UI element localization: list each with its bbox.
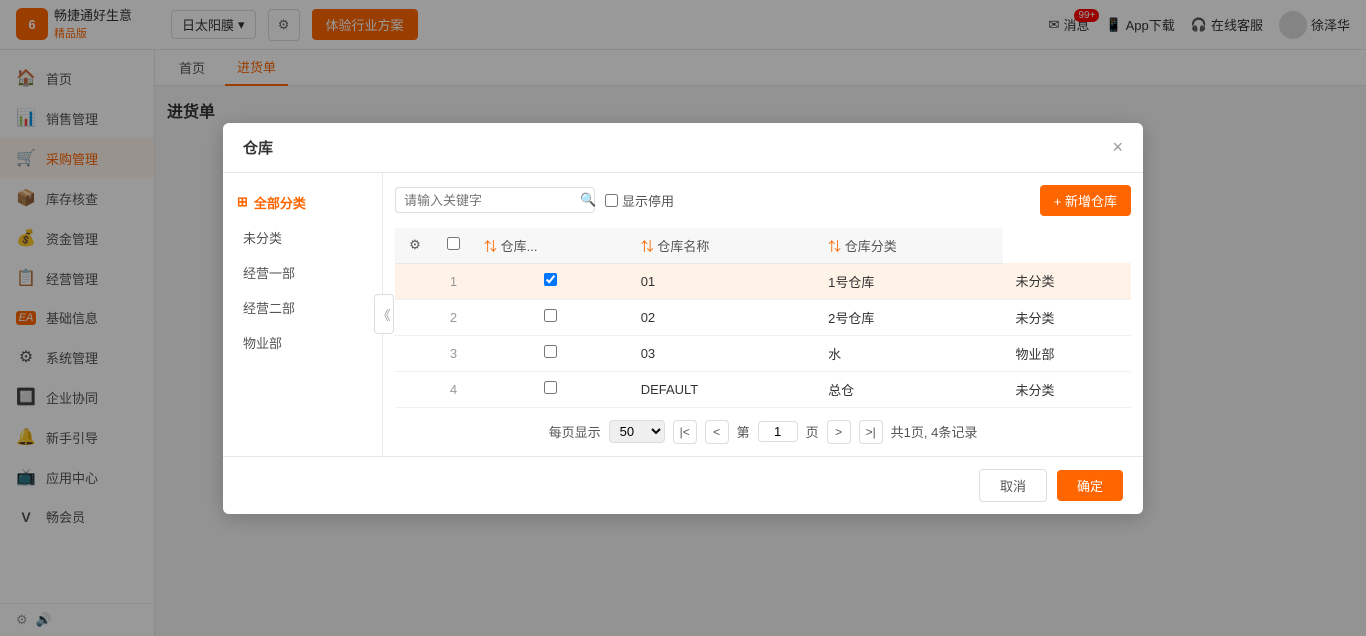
- first-page-button[interactable]: |<: [673, 420, 697, 444]
- collapse-category-button[interactable]: 《: [374, 294, 394, 334]
- row-category-4: 未分类: [1003, 371, 1131, 407]
- table-toolbar: 🔍 显示停用 + 新增仓库: [395, 185, 1131, 216]
- all-categories-label: 全部分类: [254, 193, 306, 212]
- row-checkbox-1[interactable]: [544, 273, 557, 286]
- row-name-1: 1号仓库: [816, 263, 1003, 299]
- cancel-button[interactable]: 取消: [979, 469, 1047, 502]
- add-warehouse-button[interactable]: + 新增仓库: [1040, 185, 1131, 216]
- table-row[interactable]: 4 DEFAULT 总仓 未分类: [395, 371, 1131, 407]
- category-item-0[interactable]: 未分类: [223, 220, 382, 255]
- row-gear-1: [395, 263, 435, 299]
- row-checkbox-cell-4: [472, 371, 629, 407]
- row-num-3: 3: [435, 335, 472, 371]
- row-name-3: 水: [816, 335, 1003, 371]
- per-page-select[interactable]: 50 100: [609, 420, 665, 443]
- modal-header: 仓库 ×: [223, 123, 1143, 173]
- confirm-button[interactable]: 确定: [1057, 470, 1123, 501]
- row-checkbox-2[interactable]: [544, 309, 557, 322]
- row-category-3: 物业部: [1003, 335, 1131, 371]
- row-checkbox-cell-1: [472, 263, 629, 299]
- table-panel: 🔍 显示停用 + 新增仓库 ⚙ ⇅ 仓: [383, 173, 1143, 456]
- grid-icon: ⊞: [237, 194, 248, 210]
- sort-icon-name: ⇅: [641, 239, 654, 254]
- row-category-1: 未分类: [1003, 263, 1131, 299]
- row-code-4: DEFAULT: [629, 371, 816, 407]
- col-category: ⇅ 仓库分类: [816, 228, 1003, 264]
- col-name: ⇅ 仓库名称: [629, 228, 816, 264]
- row-code-3: 03: [629, 335, 816, 371]
- row-checkbox-3[interactable]: [544, 345, 557, 358]
- category-item-2[interactable]: 经营二部: [223, 290, 382, 325]
- table-row[interactable]: 3 03 水 物业部: [395, 335, 1131, 371]
- total-label: 共1页, 4条记录: [891, 422, 978, 441]
- row-category-2: 未分类: [1003, 299, 1131, 335]
- row-code-2: 02: [629, 299, 816, 335]
- col-check: [435, 228, 472, 264]
- show-disabled-checkbox[interactable]: [605, 194, 618, 207]
- col-gear: ⚙: [395, 228, 435, 264]
- row-num-2: 2: [435, 299, 472, 335]
- page-prefix-label: 第: [737, 422, 750, 441]
- next-page-button[interactable]: >: [827, 420, 851, 444]
- prev-page-button[interactable]: <: [705, 420, 729, 444]
- show-disabled-text: 显示停用: [622, 191, 674, 210]
- row-checkbox-cell-3: [472, 335, 629, 371]
- row-checkbox-cell-2: [472, 299, 629, 335]
- category-panel: ⊞ 全部分类 未分类 经营一部 经营二部 物业部 《: [223, 173, 383, 456]
- warehouse-table: ⚙ ⇅ 仓库... ⇅ 仓库名称 ⇅ 仓库分类: [395, 228, 1131, 408]
- row-code-1: 01: [629, 263, 816, 299]
- modal-title: 仓库: [243, 137, 273, 158]
- table-row[interactable]: 2 02 2号仓库 未分类: [395, 299, 1131, 335]
- row-gear-4: [395, 371, 435, 407]
- row-gear-3: [395, 335, 435, 371]
- sort-icon-cat: ⇅: [828, 239, 841, 254]
- col-code: ⇅ 仓库...: [472, 228, 629, 264]
- search-input[interactable]: [404, 193, 580, 208]
- modal-close-button[interactable]: ×: [1112, 137, 1123, 158]
- modal-body: ⊞ 全部分类 未分类 经营一部 经营二部 物业部 《 🔍: [223, 173, 1143, 456]
- select-all-checkbox[interactable]: [447, 237, 460, 250]
- per-page-label: 每页显示: [549, 422, 601, 441]
- page-suffix-label: 页: [806, 422, 819, 441]
- pagination: 每页显示 50 100 |< < 第 页 > >| 共1页, 4条记录: [395, 420, 1131, 444]
- row-name-2: 2号仓库: [816, 299, 1003, 335]
- category-item-1[interactable]: 经营一部: [223, 255, 382, 290]
- row-num-4: 4: [435, 371, 472, 407]
- row-num-1: 1: [435, 263, 472, 299]
- modal-overlay: 仓库 × ⊞ 全部分类 未分类 经营一部 经营二部 物业部 《: [0, 0, 1366, 636]
- row-name-4: 总仓: [816, 371, 1003, 407]
- page-input[interactable]: [758, 421, 798, 442]
- row-gear-2: [395, 299, 435, 335]
- all-categories-item[interactable]: ⊞ 全部分类: [223, 185, 382, 220]
- collapse-icon: 《: [377, 305, 390, 324]
- last-page-button[interactable]: >|: [859, 420, 883, 444]
- modal-footer: 取消 确定: [223, 456, 1143, 514]
- category-item-3[interactable]: 物业部: [223, 325, 382, 360]
- table-row[interactable]: 1 01 1号仓库 未分类: [395, 263, 1131, 299]
- warehouse-modal: 仓库 × ⊞ 全部分类 未分类 经营一部 经营二部 物业部 《: [223, 123, 1143, 514]
- search-input-wrap: 🔍: [395, 187, 595, 213]
- sort-icon: ⇅: [484, 239, 497, 254]
- row-checkbox-4[interactable]: [544, 381, 557, 394]
- search-icon: 🔍: [580, 192, 596, 208]
- show-disabled-label[interactable]: 显示停用: [605, 191, 674, 210]
